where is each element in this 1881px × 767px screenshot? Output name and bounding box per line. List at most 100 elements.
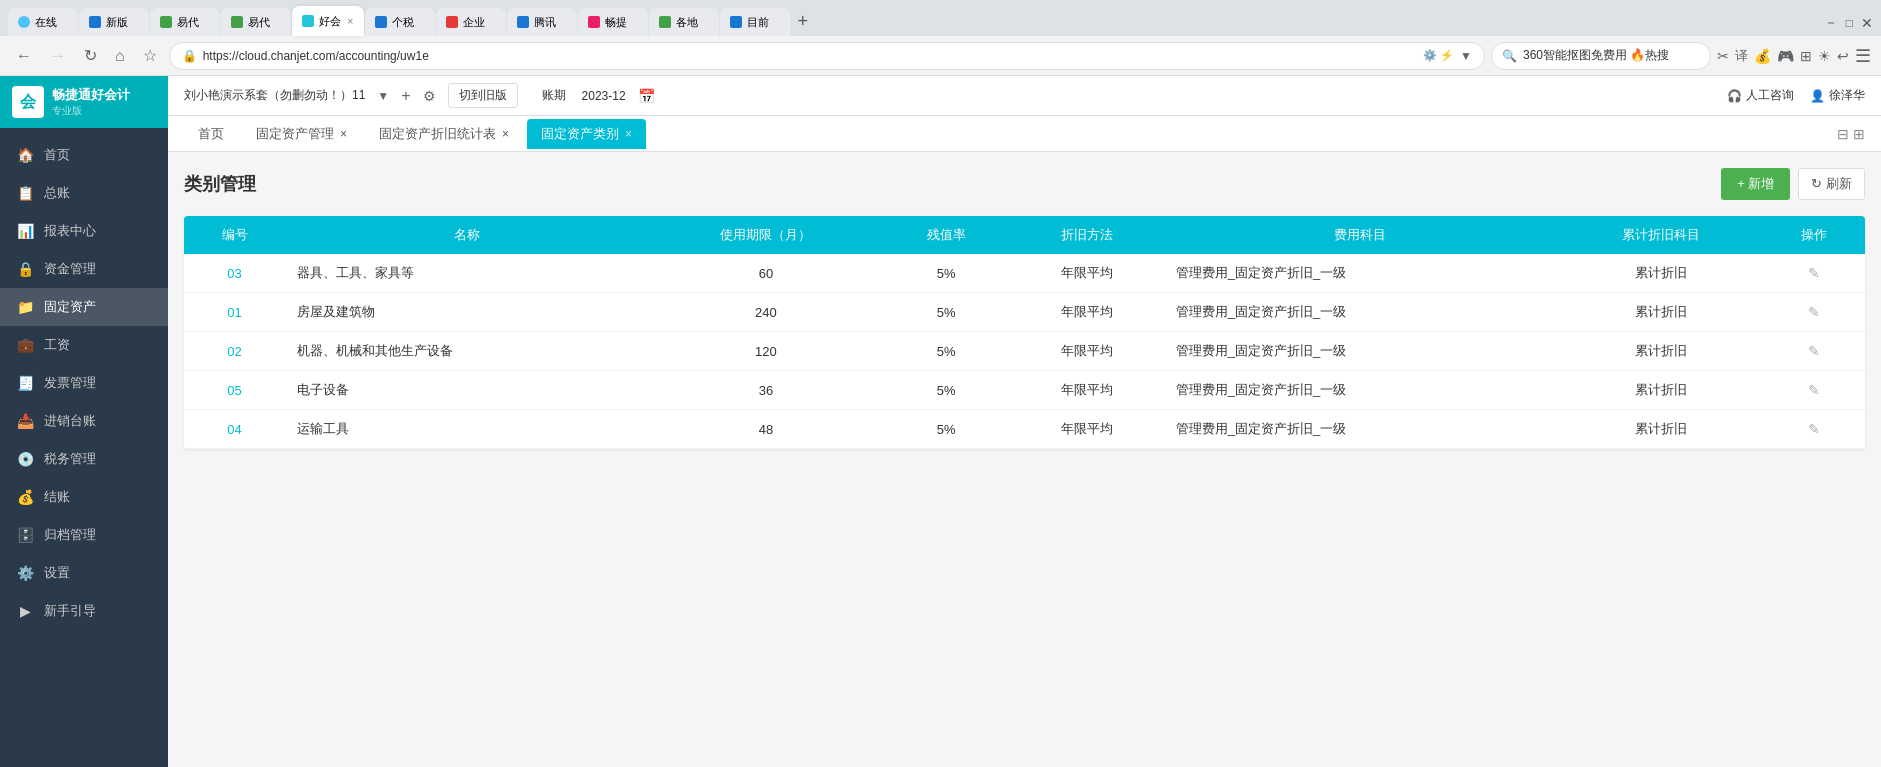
sidebar-item-tutorial[interactable]: ▶ 新手引导: [0, 592, 168, 630]
sidebar-item-settings[interactable]: ⚙️ 设置: [0, 554, 168, 592]
forward-button[interactable]: →: [44, 43, 72, 69]
col-accumulated: 累计折旧科目: [1557, 216, 1763, 254]
browser-tab-muqian[interactable]: 目前: [720, 8, 790, 36]
cell-expense-0: 管理费用_固定资产折旧_一级: [1164, 254, 1558, 293]
browser-tab-tencent[interactable]: 腾讯: [507, 8, 577, 36]
logo-subtitle: 专业版: [52, 104, 130, 118]
window-close[interactable]: ✕: [1861, 15, 1873, 31]
search-bar[interactable]: 🔍 360智能抠图免费用 🔥热搜: [1491, 42, 1711, 70]
browser-tab-changtí[interactable]: 畅提: [578, 8, 648, 36]
edit-icon-2[interactable]: ✎: [1808, 343, 1820, 359]
sidebar-label-payroll: 工资: [44, 336, 70, 354]
edit-icon-1[interactable]: ✎: [1808, 304, 1820, 320]
coupon-button[interactable]: 💰: [1754, 48, 1771, 64]
home-button[interactable]: ⌂: [109, 43, 131, 69]
browser-nav-bar: ← → ↻ ⌂ ☆ 🔒 https://cloud.chanjet.com/ac…: [0, 36, 1881, 76]
tab-depreciation-stat[interactable]: 固定资产折旧统计表 ×: [365, 119, 523, 149]
sidebar-item-stockbook[interactable]: 📥 进销台账: [0, 402, 168, 440]
sidebar-label-tutorial: 新手引导: [44, 602, 96, 620]
game-button[interactable]: 🎮: [1777, 48, 1794, 64]
browser-tab-haohui[interactable]: 好会 ×: [292, 6, 364, 36]
sidebar-item-ledger[interactable]: 📋 总账: [0, 174, 168, 212]
tutorial-icon: ▶: [16, 602, 34, 620]
expand-tab-area[interactable]: ⊟: [1837, 126, 1849, 142]
bookmark-button[interactable]: ☆: [137, 42, 163, 69]
switch-old-version-button[interactable]: 切到旧版: [448, 83, 518, 108]
cell-accumulated-1: 累计折旧: [1557, 293, 1763, 332]
url-dropdown[interactable]: ▼: [1460, 49, 1472, 63]
cell-action-0[interactable]: ✎: [1764, 254, 1865, 293]
sidebar-item-funds[interactable]: 🔒 资金管理: [0, 250, 168, 288]
menu-button[interactable]: ☰: [1855, 45, 1871, 67]
full-screen-tab[interactable]: ⊞: [1853, 126, 1865, 142]
reload-button[interactable]: ↻: [78, 42, 103, 69]
cell-accumulated-2: 累计折旧: [1557, 332, 1763, 371]
stockbook-icon: 📥: [16, 412, 34, 430]
sidebar-item-tax[interactable]: 💿 税务管理: [0, 440, 168, 478]
settings-icon: ⚙️: [16, 564, 34, 582]
cell-expense-4: 管理费用_固定资产折旧_一级: [1164, 410, 1558, 449]
consultant-area[interactable]: 🎧 人工咨询: [1727, 87, 1794, 104]
sidebar-menu: 🏠 首页 📋 总账 📊 报表中心 🔒 资金管理 📁 固定资产 💼 工资: [0, 128, 168, 767]
add-button[interactable]: + 新增: [1721, 168, 1790, 200]
window-minimize[interactable]: －: [1824, 14, 1838, 32]
sidebar-item-home[interactable]: 🏠 首页: [0, 136, 168, 174]
scissors-button[interactable]: ✂: [1717, 48, 1729, 64]
browser-tab-yidai1[interactable]: 易代: [150, 8, 220, 36]
cell-accumulated-4: 累计折旧: [1557, 410, 1763, 449]
sidebar-label-settings: 设置: [44, 564, 70, 582]
grid-button[interactable]: ⊞: [1800, 48, 1812, 64]
cell-action-3[interactable]: ✎: [1764, 371, 1865, 410]
tab-home[interactable]: 首页: [184, 119, 238, 149]
username-display: 徐泽华: [1829, 87, 1865, 104]
cell-action-1[interactable]: ✎: [1764, 293, 1865, 332]
cell-method-1: 年限平均: [1010, 293, 1164, 332]
table-row: 02 机器、机械和其他生产设备 120 5% 年限平均 管理费用_固定资产折旧_…: [184, 332, 1865, 371]
sidebar-label-stockbook: 进销台账: [44, 412, 96, 430]
app-header: 刘小艳演示系套（勿删勿动！）11 ▼ + ⚙ 切到旧版 账期 2023-12 📅…: [168, 76, 1881, 116]
tab-close-haohui[interactable]: ×: [346, 15, 354, 27]
edit-icon-3[interactable]: ✎: [1808, 382, 1820, 398]
tab-close-depreciation[interactable]: ×: [502, 127, 509, 141]
cell-rate-3: 5%: [882, 371, 1010, 410]
tab-fixed-asset-mgmt[interactable]: 固定资产管理 ×: [242, 119, 361, 149]
cell-action-4[interactable]: ✎: [1764, 410, 1865, 449]
calendar-icon[interactable]: 📅: [638, 88, 655, 104]
tab-close-category[interactable]: ×: [625, 127, 632, 141]
browser-tab-gedi[interactable]: 各地: [649, 8, 719, 36]
sidebar-item-closing[interactable]: 💰 结账: [0, 478, 168, 516]
cell-code-2: 02: [184, 332, 285, 371]
new-tab-button[interactable]: +: [791, 11, 814, 32]
settings-gear-button[interactable]: ⚙: [423, 88, 436, 104]
user-avatar-area[interactable]: 👤 徐泽华: [1810, 87, 1865, 104]
window-maximize[interactable]: □: [1846, 16, 1853, 30]
browser-tab-online[interactable]: 在线: [8, 8, 78, 36]
sidebar-item-invoice[interactable]: 🧾 发票管理: [0, 364, 168, 402]
sidebar-item-reports[interactable]: 📊 报表中心: [0, 212, 168, 250]
edit-icon-0[interactable]: ✎: [1808, 265, 1820, 281]
brightness-button[interactable]: ☀: [1818, 48, 1831, 64]
refresh-button[interactable]: ↻ 刷新: [1798, 168, 1865, 200]
col-period: 使用期限（月）: [650, 216, 883, 254]
tab-close-fixed-mgmt[interactable]: ×: [340, 127, 347, 141]
cell-name-0: 器具、工具、家具等: [285, 254, 649, 293]
back-button[interactable]: ←: [10, 43, 38, 69]
browser-tab-yidai2[interactable]: 易代: [221, 8, 291, 36]
browser-tab-new[interactable]: 新版: [79, 8, 149, 36]
cell-period-1: 240: [650, 293, 883, 332]
add-account-button[interactable]: +: [401, 87, 410, 105]
header-right: 🎧 人工咨询 👤 徐泽华: [1727, 87, 1865, 104]
browser-tab-enterprise[interactable]: 企业: [436, 8, 506, 36]
browser-tab-geshui[interactable]: 个税: [365, 8, 435, 36]
tab-asset-category[interactable]: 固定资产类别 ×: [527, 119, 646, 149]
undo-button[interactable]: ↩: [1837, 48, 1849, 64]
sidebar-item-fixed-assets[interactable]: 📁 固定资产: [0, 288, 168, 326]
cell-name-4: 运输工具: [285, 410, 649, 449]
edit-icon-4[interactable]: ✎: [1808, 421, 1820, 437]
dropdown-button[interactable]: ▼: [377, 89, 389, 103]
sidebar-item-archive[interactable]: 🗄️ 归档管理: [0, 516, 168, 554]
translate-button[interactable]: 译: [1735, 47, 1748, 65]
cell-action-2[interactable]: ✎: [1764, 332, 1865, 371]
url-bar[interactable]: 🔒 https://cloud.chanjet.com/accounting/u…: [169, 42, 1485, 70]
sidebar-item-payroll[interactable]: 💼 工资: [0, 326, 168, 364]
